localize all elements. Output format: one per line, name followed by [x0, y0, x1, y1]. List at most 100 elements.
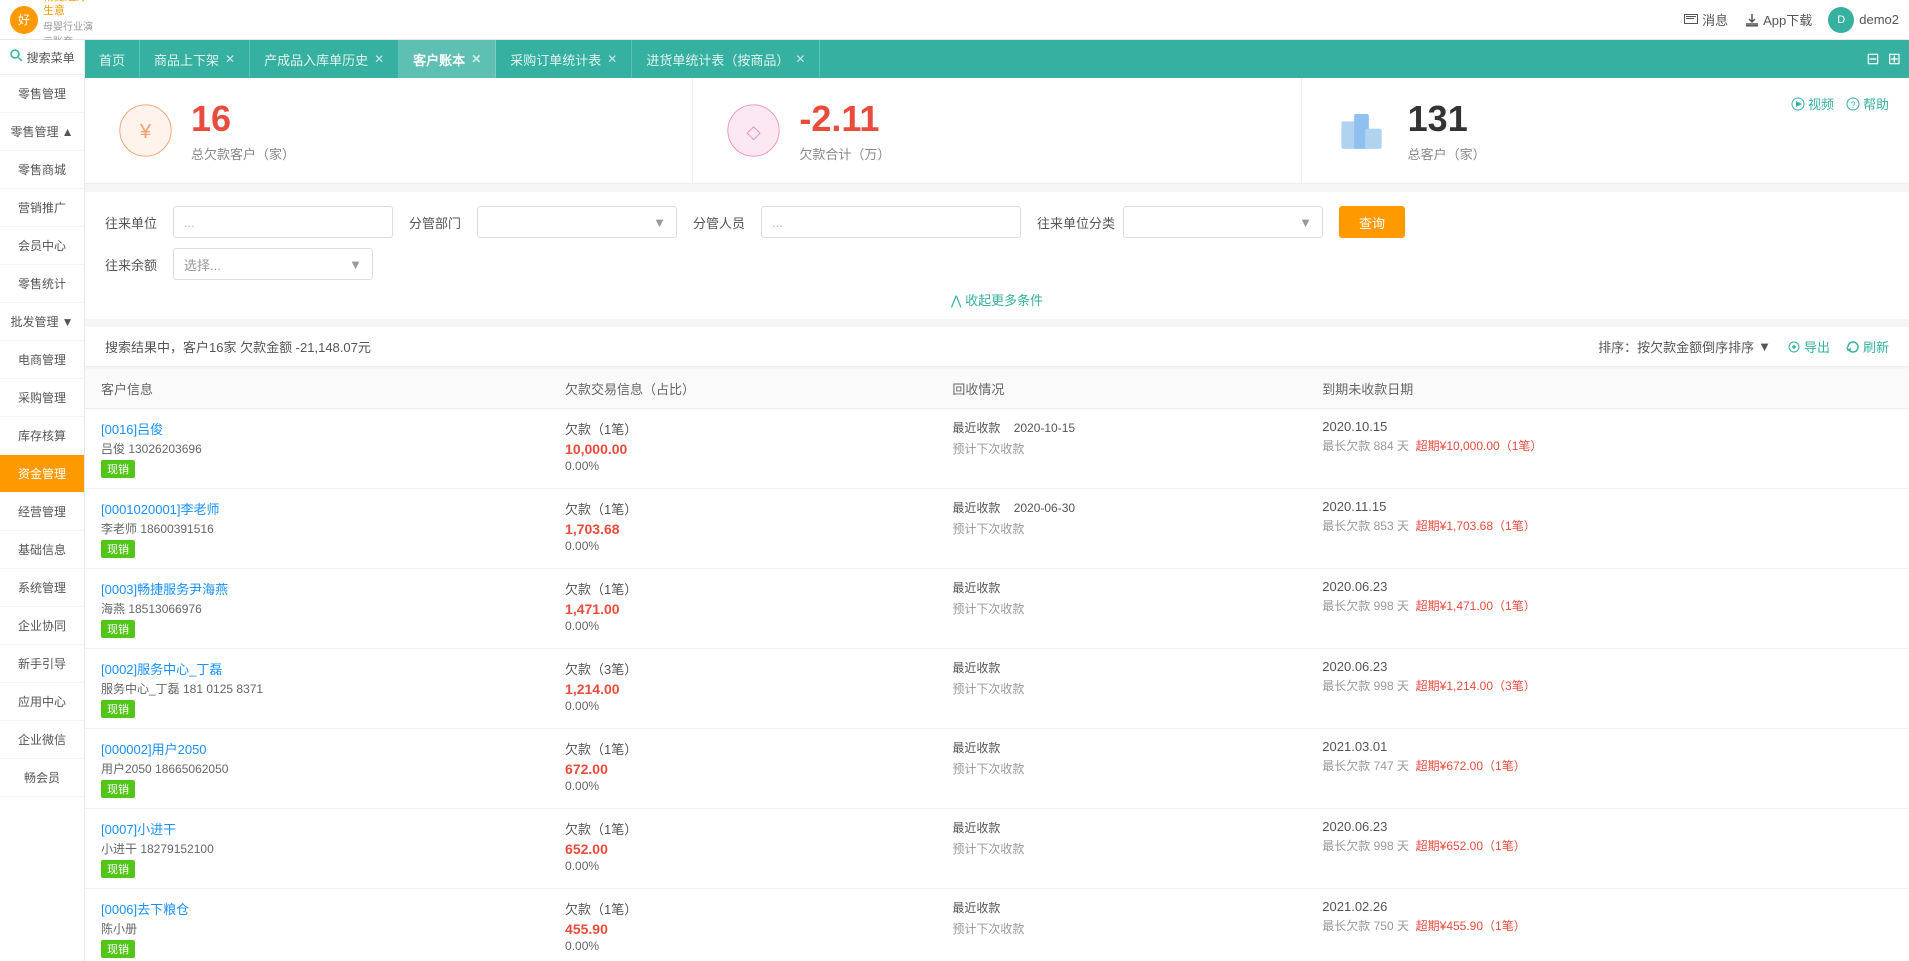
result-actions: 排序：按欠款金额倒序排序 ▼ 导出 刷新: [1598, 337, 1889, 356]
filter-area: 往来单位 ... 分管部门 ▼: [85, 192, 1909, 319]
unit-category-select[interactable]: ▼: [1123, 206, 1323, 238]
overdue-link-6[interactable]: 超期¥455.90（1笔）: [1416, 919, 1526, 933]
tab-product-history[interactable]: 产成品入库单历史 ✕: [250, 40, 399, 78]
user-area[interactable]: D demo2: [1828, 7, 1899, 33]
message-btn[interactable]: 消息: [1683, 10, 1728, 29]
debt-ratio-3: 0.00%: [565, 699, 920, 713]
table-row: [0002]服务中心_丁磊 服务中心_丁磊 181 0125 8371 现销 欠…: [85, 649, 1909, 729]
sidebar-item-new-guide[interactable]: 新手引导: [0, 645, 84, 683]
tab-purchase-stats[interactable]: 采购订单统计表 ✕: [496, 40, 632, 78]
sidebar-item-retail-store[interactable]: 零售商城: [0, 151, 84, 189]
payment-next-6: 预计下次收款: [952, 920, 1290, 937]
debt-amount-6[interactable]: 455.90: [565, 921, 920, 937]
cell-customer-4: [000002]用户2050 用户2050 18665062050 现销: [85, 729, 549, 809]
help-btn[interactable]: ? 帮助: [1846, 94, 1889, 113]
sort-select[interactable]: 排序：按欠款金额倒序排序 ▼: [1598, 337, 1771, 356]
tab-product-list[interactable]: 商品上下架 ✕: [140, 40, 250, 78]
tab-close-purchase-stats[interactable]: ✕: [607, 52, 617, 66]
filter-row-1: 往来单位 ... 分管部门 ▼: [105, 206, 1889, 238]
overdue-link-5[interactable]: 超期¥652.00（1笔）: [1416, 839, 1526, 853]
svg-text:¥: ¥: [138, 121, 151, 143]
customer-name-2[interactable]: [0003]畅捷服务尹海燕: [101, 579, 533, 598]
filter-collapse-btn[interactable]: ⋀ 收起更多条件: [105, 290, 1889, 309]
customer-name-0[interactable]: [0016]吕俊: [101, 419, 533, 438]
export-icon: [1787, 340, 1801, 354]
customer-name-6[interactable]: [0006]去下粮仓: [101, 899, 533, 918]
debt-ratio-0: 0.00%: [565, 459, 920, 473]
refresh-btn[interactable]: 刷新: [1846, 337, 1889, 356]
sidebar-item-retail-stats[interactable]: 零售统计: [0, 265, 84, 303]
debt-amount-2[interactable]: 1,471.00: [565, 601, 920, 617]
sidebar-item-app-center[interactable]: 应用中心: [0, 683, 84, 721]
payment-next-0: 预计下次收款: [952, 440, 1290, 457]
sidebar-item-vip[interactable]: 畅会员: [0, 759, 84, 797]
sidebar-item-biz-mgmt[interactable]: 经营管理: [0, 493, 84, 531]
overdue-link-1[interactable]: 超期¥1,703.68（1笔）: [1416, 519, 1536, 533]
debt-amount-4[interactable]: 672.00: [565, 761, 920, 777]
sidebar-item-member[interactable]: 会员中心: [0, 227, 84, 265]
tab-close-import-stats[interactable]: ✕: [795, 52, 805, 66]
payment-last-6: 最近收款: [952, 899, 1290, 916]
tab-import-stats[interactable]: 进货单统计表（按商品） ✕: [632, 40, 820, 78]
tab-close-product-list[interactable]: ✕: [225, 52, 235, 66]
table-body: [0016]吕俊 吕俊 13026203696 现销 欠款（1笔） 10,000…: [85, 409, 1909, 961]
debt-amount-0[interactable]: 10,000.00: [565, 441, 920, 457]
sidebar-item-capital[interactable]: 资金管理: [0, 455, 84, 493]
tab-close-customer-account[interactable]: ✕: [471, 52, 481, 66]
source-unit-input[interactable]: ...: [173, 206, 393, 238]
cell-due-4: 2021.03.01 最长欠款 747 天 超期¥672.00（1笔）: [1306, 729, 1909, 809]
due-date-3: 2020.06.23: [1322, 659, 1893, 674]
tab-customer-account[interactable]: 客户账本 ✕: [399, 40, 496, 78]
manager-input[interactable]: ...: [761, 206, 1021, 238]
debt-count-0: 欠款（1笔）: [565, 419, 920, 438]
debt-count-3: 欠款（3笔）: [565, 659, 920, 678]
customer-name-4[interactable]: [000002]用户2050: [101, 739, 533, 758]
debt-customers-label: 总欠款客户（家）: [191, 144, 295, 163]
sidebar-item-basic-info[interactable]: 基础信息: [0, 531, 84, 569]
filter-dept: 分管部门 ▼: [409, 206, 677, 238]
customer-name-5[interactable]: [0007]小进干: [101, 819, 533, 838]
sidebar-search[interactable]: 搜索菜单: [0, 40, 84, 75]
cell-debt-5: 欠款（1笔） 652.00 0.00%: [549, 809, 936, 889]
balance-select[interactable]: 选择... ▼: [173, 248, 373, 280]
sidebar-item-purchase[interactable]: 采购管理: [0, 379, 84, 417]
cell-payment-5: 最近收款 预计下次收款: [936, 809, 1306, 889]
table-header: 客户信息 欠款交易信息（占比） 回收情况 到期未收款日期: [85, 369, 1909, 409]
sidebar-item-marketing[interactable]: 营销推广: [0, 189, 84, 227]
dept-select[interactable]: ▼: [477, 206, 677, 238]
sidebar-item-ecommerce[interactable]: 电商管理: [0, 341, 84, 379]
content-area: 首页 商品上下架 ✕ 产成品入库单历史 ✕ 客户账本 ✕ 采购订单统计表 ✕: [85, 40, 1909, 961]
sidebar-item-inventory[interactable]: 库存核算: [0, 417, 84, 455]
sidebar-item-enterprise-wechat[interactable]: 企业微信: [0, 721, 84, 759]
app-download-btn[interactable]: App下载: [1744, 10, 1812, 29]
overdue-info-4: 最长欠款 747 天 超期¥672.00（1笔）: [1322, 757, 1893, 774]
overdue-link-3[interactable]: 超期¥1,214.00（3笔）: [1416, 679, 1536, 693]
export-btn[interactable]: 导出: [1787, 337, 1830, 356]
search-btn[interactable]: 查询: [1339, 206, 1405, 238]
view-video-btn[interactable]: 视频: [1791, 94, 1834, 113]
customer-name-3[interactable]: [0002]服务中心_丁磊: [101, 659, 533, 678]
debt-amount-3[interactable]: 1,214.00: [565, 681, 920, 697]
debt-count-1: 欠款（1笔）: [565, 499, 920, 518]
overdue-link-4[interactable]: 超期¥672.00（1笔）: [1416, 759, 1526, 773]
tab-expand-btn[interactable]: ⊞: [1888, 49, 1901, 69]
debt-amount-5[interactable]: 652.00: [565, 841, 920, 857]
tab-minimize-btn[interactable]: ⊟: [1866, 49, 1879, 69]
sidebar-item-batch-mgmt[interactable]: 批发管理 ▼: [0, 303, 84, 341]
overdue-info-5: 最长欠款 998 天 超期¥652.00（1笔）: [1322, 837, 1893, 854]
tab-home[interactable]: 首页: [85, 40, 140, 78]
overdue-link-0[interactable]: 超期¥10,000.00（1笔）: [1416, 439, 1543, 453]
sidebar-item-quick-nav[interactable]: 零售管理: [0, 75, 84, 113]
sidebar-item-enterprise[interactable]: 企业协同: [0, 607, 84, 645]
debt-amount-1[interactable]: 1,703.68: [565, 521, 920, 537]
cell-due-0: 2020.10.15 最长欠款 884 天 超期¥10,000.00（1笔）: [1306, 409, 1909, 489]
result-summary: 搜索结果中，客户16家 欠款金额 -21,148.07元 排序：按欠款金额倒序排…: [85, 327, 1909, 367]
sidebar-item-retail-mgmt[interactable]: 零售管理 ▲: [0, 113, 84, 151]
overdue-link-2[interactable]: 超期¥1,471.00（1笔）: [1416, 599, 1536, 613]
tab-close-product-history[interactable]: ✕: [374, 52, 384, 66]
customer-name-1[interactable]: [0001020001]李老师: [101, 499, 533, 518]
cell-due-3: 2020.06.23 最长欠款 998 天 超期¥1,214.00（3笔）: [1306, 649, 1909, 729]
sidebar-item-sys-mgmt[interactable]: 系统管理: [0, 569, 84, 607]
due-date-4: 2021.03.01: [1322, 739, 1893, 754]
sidebar-quick-nav-label: 零售管理: [18, 87, 66, 101]
